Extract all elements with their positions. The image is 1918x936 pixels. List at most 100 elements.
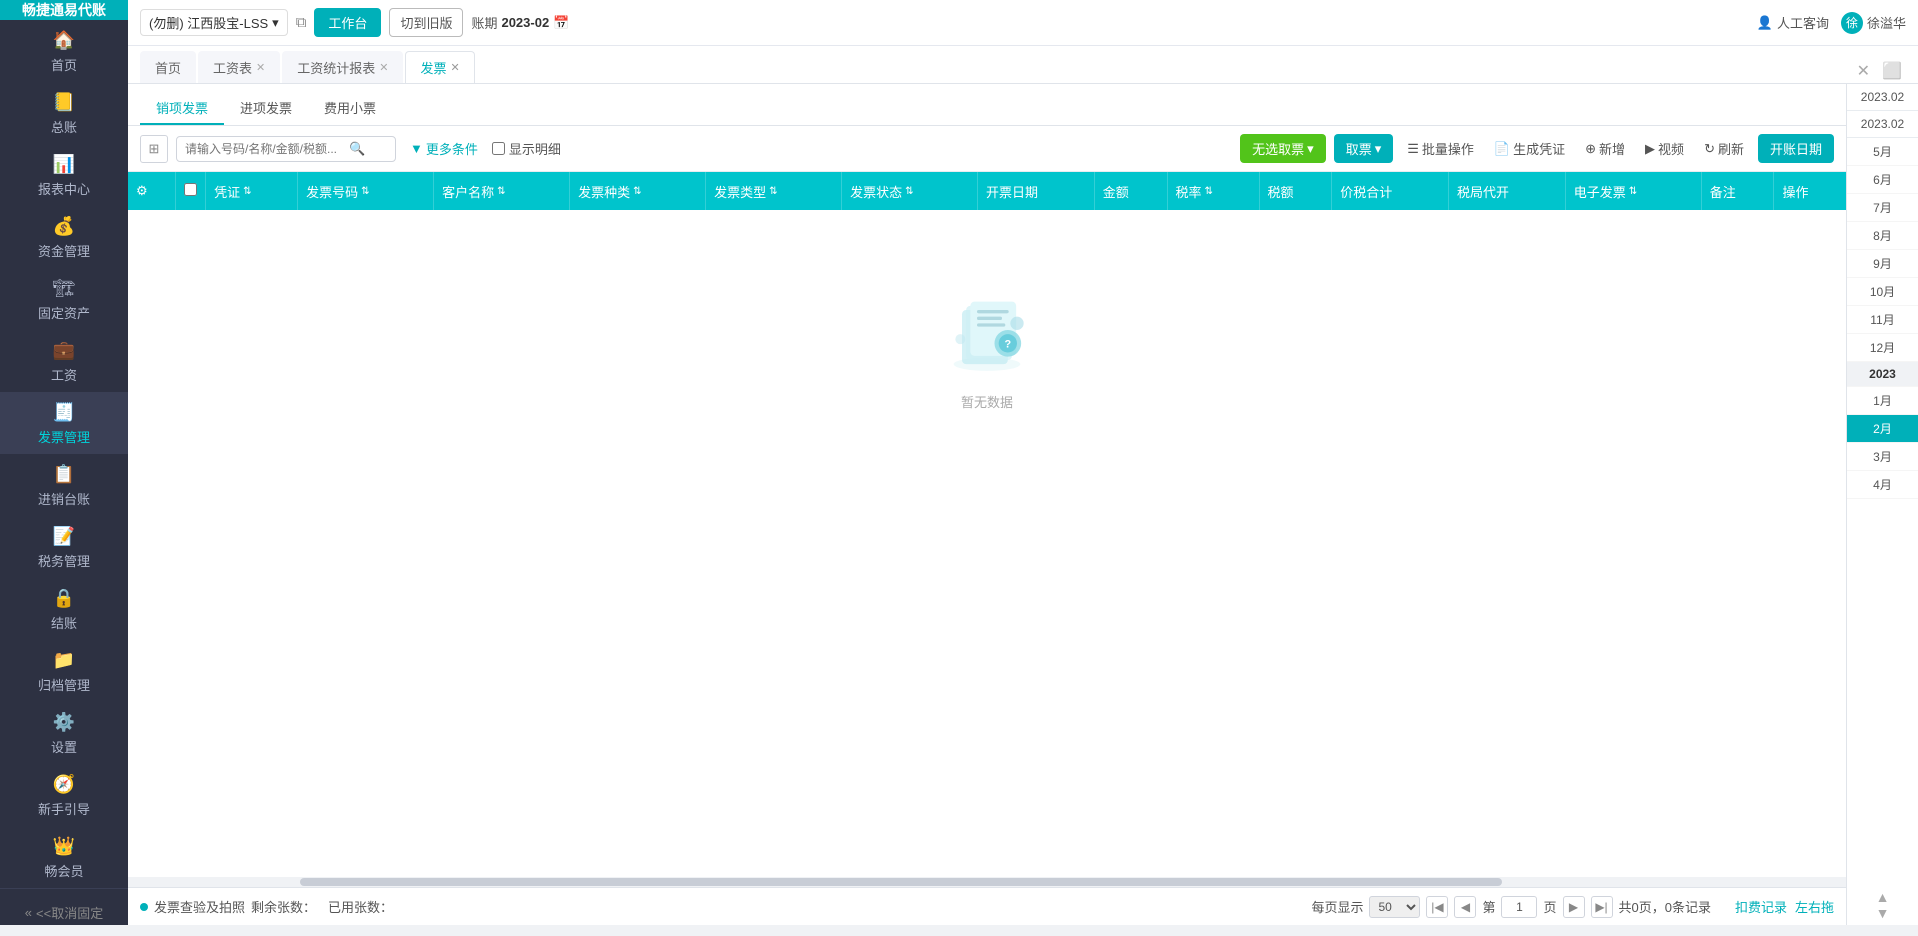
filter-icon: ▼ (410, 141, 423, 156)
bulk-op-button[interactable]: ☰ 批量操作 (1401, 135, 1480, 162)
sidebar-item-invoices[interactable]: 🧾 发票管理 (0, 392, 128, 454)
date-item-9m[interactable]: 9月 (1847, 250, 1918, 278)
window-close-button[interactable]: ✕ (1853, 59, 1874, 83)
date-item-2023-2m[interactable]: 2月 (1847, 415, 1918, 443)
close-icon[interactable]: ✕ (379, 61, 388, 74)
sidebar-item-guide[interactable]: 🧭 新手引导 (0, 764, 128, 826)
date-item-5m[interactable]: 5月 (1847, 138, 1918, 166)
scroll-down-icon[interactable]: ▼ (1876, 905, 1890, 921)
date-item-2023-1m[interactable]: 1月 (1847, 387, 1918, 415)
subtab-purchase-invoice[interactable]: 进项发票 (224, 92, 308, 125)
sidebar-item-label: 归档管理 (38, 675, 90, 694)
date-item-12m[interactable]: 12月 (1847, 334, 1918, 362)
take-ticket-button[interactable]: 取票 ▾ (1334, 134, 1394, 163)
add-account-link[interactable]: 扣费记录 (1735, 897, 1787, 916)
open-period-button[interactable]: 开账日期 (1758, 134, 1834, 163)
filter-sort-icon[interactable]: ⇅ (1205, 186, 1213, 197)
period-calendar-icon[interactable]: 📅 (553, 15, 569, 31)
tab-salary-stats[interactable]: 工资统计报表 ✕ (282, 51, 403, 83)
per-page-select[interactable]: 50 100 200 (1369, 896, 1420, 918)
invoice-table: ⚙ 凭证 ⇅ 发票号码 ⇅ 客户名称 ⇅ 发票种类 ⇅ 发票类型 ⇅ 发票状态 … (128, 172, 1846, 210)
sidebar-item-salary[interactable]: 💼 工资 (0, 330, 128, 392)
sidebar-item-reports[interactable]: 📊 报表中心 (0, 144, 128, 206)
support-link[interactable]: 👤 人工客询 (1757, 13, 1829, 32)
close-icon[interactable]: ✕ (256, 61, 265, 74)
first-page-button[interactable]: |◀ (1426, 896, 1448, 918)
th-settings[interactable]: ⚙ (128, 172, 176, 210)
search-icon[interactable]: 🔍 (349, 141, 365, 157)
sidebar-item-home[interactable]: 🏠 首页 (0, 20, 128, 82)
search-input[interactable] (185, 142, 345, 156)
sidebar-item-archive[interactable]: 📁 归档管理 (0, 640, 128, 702)
next-page-button[interactable]: ▶ (1563, 896, 1585, 918)
tab-label: 首页 (155, 58, 181, 77)
page-end-label: 页 (1543, 897, 1556, 916)
date-item-6m[interactable]: 6月 (1847, 166, 1918, 194)
more-link[interactable]: 左右拖 (1795, 897, 1834, 916)
refresh-icon: ↻ (1704, 141, 1715, 157)
window-maximize-button[interactable]: ⬜ (1878, 59, 1906, 83)
sidebar-item-assets[interactable]: 🏗 固定资产 (0, 268, 128, 330)
grid-view-icon[interactable]: ⊞ (140, 135, 168, 163)
reports-icon: 📊 (53, 154, 75, 175)
date-item-10m[interactable]: 10月 (1847, 278, 1918, 306)
content-area: 销项发票 进项发票 费用小票 ⊞ 🔍 ▼ 更多条件 显示明细 (128, 84, 1918, 925)
generate-voucher-button[interactable]: 📄 生成凭证 (1488, 135, 1571, 162)
copy-icon[interactable]: ⧉ (296, 14, 307, 31)
prev-page-button[interactable]: ◀ (1454, 896, 1476, 918)
last-page-button[interactable]: ▶| (1591, 896, 1613, 918)
switch-old-button[interactable]: 切到旧版 (389, 8, 463, 37)
horizontal-scrollbar[interactable] (128, 877, 1846, 887)
page-input[interactable] (1501, 896, 1537, 918)
filter-sort-icon[interactable]: ⇅ (243, 186, 251, 197)
filter-sort-icon[interactable]: ⇅ (769, 186, 777, 197)
footer: 发票查验及拍照 剩余张数： 已用张数： 每页显示 50 100 200 |◀ ◀… (128, 887, 1846, 925)
select-all-checkbox[interactable] (184, 183, 197, 196)
sidebar-item-closing[interactable]: 🔒 结账 (0, 578, 128, 640)
scroll-up-icon[interactable]: ▲ (1876, 889, 1890, 905)
sidebar-collapse-btn[interactable]: « <<取消固定 (0, 897, 128, 928)
subtab-sales-invoice[interactable]: 销项发票 (140, 92, 224, 125)
user-profile[interactable]: 徐 徐溢华 (1841, 12, 1906, 34)
scrollbar-thumb[interactable] (300, 878, 1503, 886)
date-item-2023-3m[interactable]: 3月 (1847, 443, 1918, 471)
filter-sort-icon[interactable]: ⇅ (497, 186, 505, 197)
filter-sort-icon[interactable]: ⇅ (361, 186, 369, 197)
sidebar-item-tax[interactable]: 📝 税务管理 (0, 516, 128, 578)
show-detail-checkbox[interactable]: 显示明细 (492, 139, 561, 158)
date-item-11m[interactable]: 11月 (1847, 306, 1918, 334)
new-button[interactable]: ⊕ 新增 (1579, 135, 1631, 162)
sidebar-item-ledger[interactable]: 📒 总账 (0, 82, 128, 144)
sidebar-item-label: 工资 (51, 365, 77, 384)
tab-salary[interactable]: 工资表 ✕ (198, 51, 280, 83)
close-icon[interactable]: ✕ (451, 61, 460, 74)
sidebar-item-label: 设置 (51, 737, 77, 756)
filter-sort-icon[interactable]: ⇅ (633, 186, 641, 197)
refresh-button[interactable]: ↻ 刷新 (1698, 135, 1750, 162)
tab-home[interactable]: 首页 (140, 51, 196, 83)
gear-icon: ⚙️ (53, 712, 75, 733)
table-container: ⚙ 凭证 ⇅ 发票号码 ⇅ 客户名称 ⇅ 发票种类 ⇅ 发票类型 ⇅ 发票状态 … (128, 172, 1846, 877)
th-checkbox[interactable] (176, 172, 206, 210)
sidebar-item-funds[interactable]: 💰 资金管理 (0, 206, 128, 268)
sidebar-item-settings[interactable]: ⚙️ 设置 (0, 702, 128, 764)
company-name: (勿删) 江西股宝-LSS (149, 13, 268, 32)
no-select-button[interactable]: 无选取票 ▾ (1240, 134, 1326, 163)
workbench-button[interactable]: 工作台 (314, 8, 381, 37)
sidebar-item-sales[interactable]: 📋 进销台账 (0, 454, 128, 516)
voucher-icon: 📄 (1494, 141, 1510, 157)
sidebar-item-vip[interactable]: 👑 畅会员 (0, 826, 128, 888)
tab-invoice[interactable]: 发票 ✕ (405, 51, 474, 83)
th-customer: 客户名称 ⇅ (434, 172, 570, 210)
per-page-label: 每页显示 (1311, 897, 1363, 916)
date-item-7m[interactable]: 7月 (1847, 194, 1918, 222)
show-detail-input[interactable] (492, 142, 505, 155)
filter-sort-icon[interactable]: ⇅ (1629, 186, 1637, 197)
filter-sort-icon[interactable]: ⇅ (905, 186, 913, 197)
date-item-2023-4m[interactable]: 4月 (1847, 471, 1918, 499)
subtab-expense-receipt[interactable]: 费用小票 (308, 92, 392, 125)
filter-button[interactable]: ▼ 更多条件 (404, 135, 484, 162)
video-button[interactable]: ▶ 视频 (1639, 135, 1690, 162)
date-item-8m[interactable]: 8月 (1847, 222, 1918, 250)
company-selector[interactable]: (勿删) 江西股宝-LSS ▾ (140, 9, 288, 36)
